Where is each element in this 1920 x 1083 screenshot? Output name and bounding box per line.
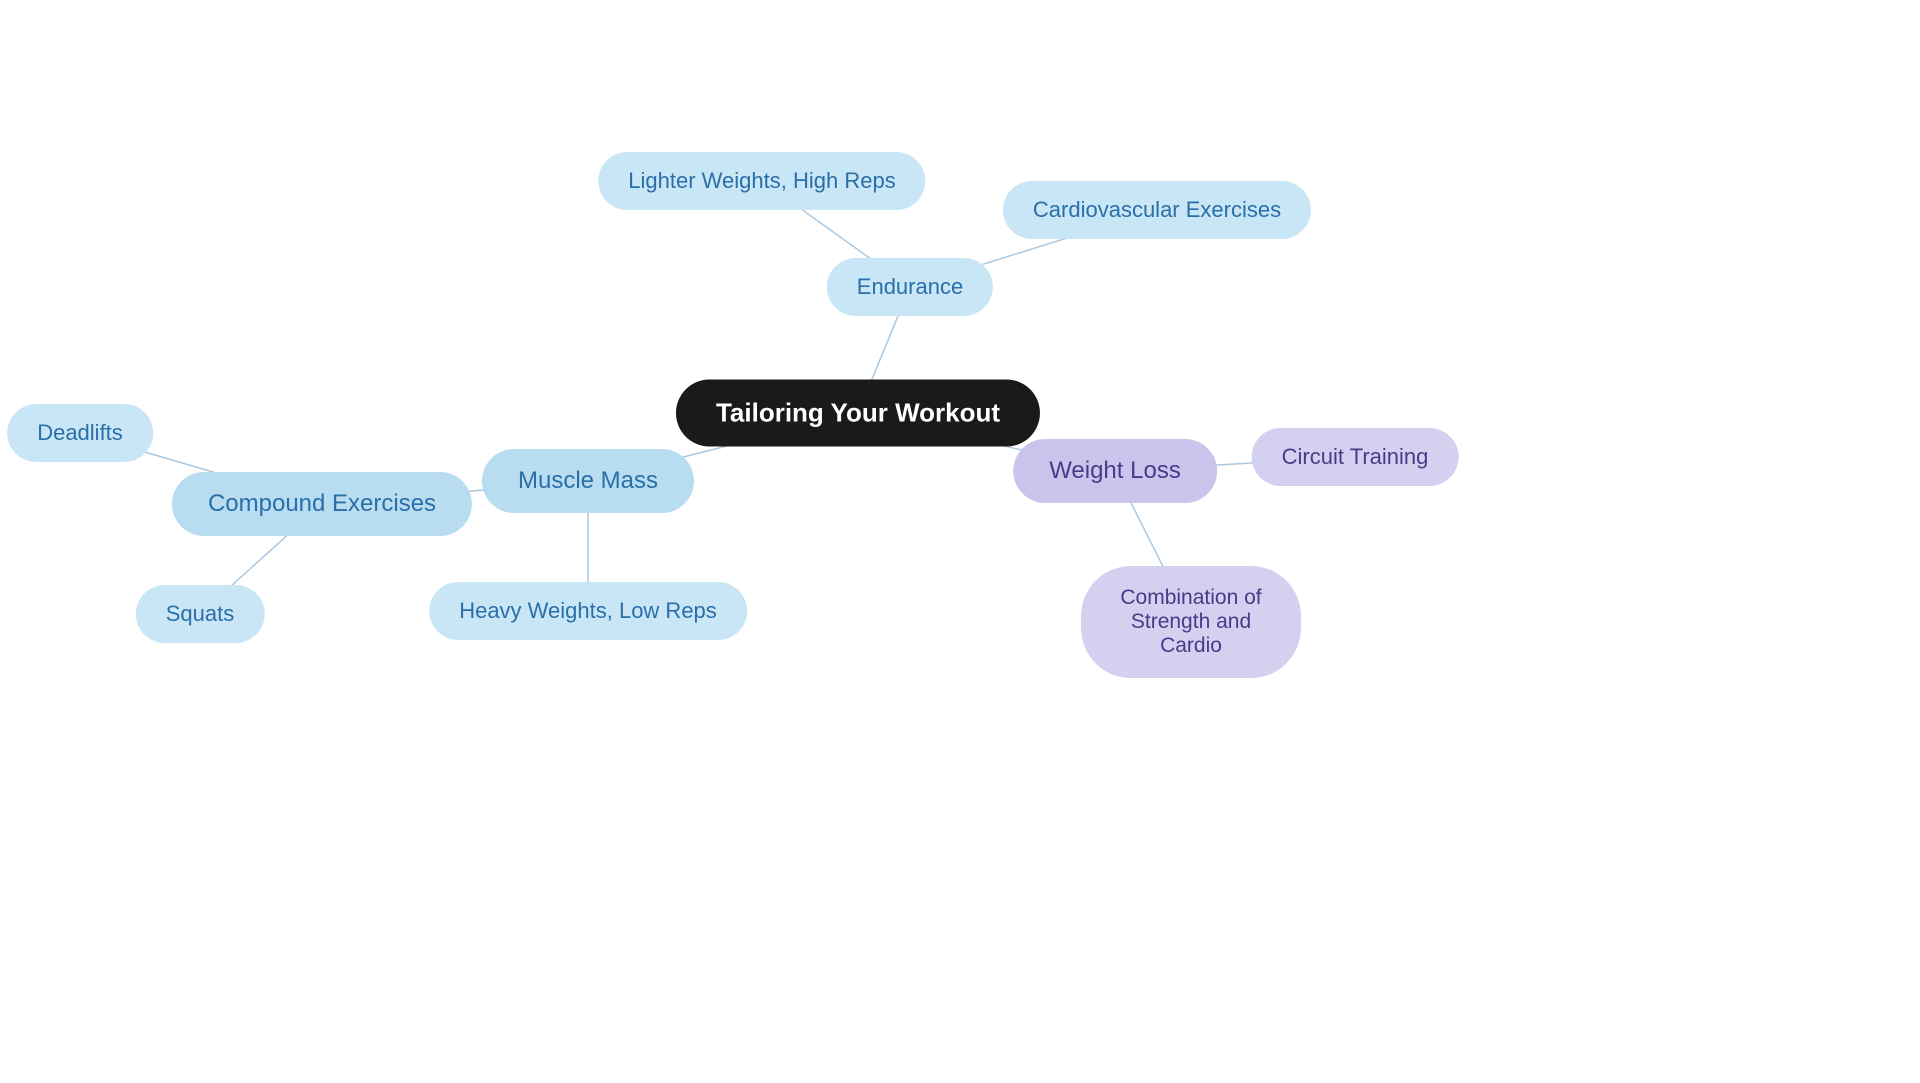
- cardiovascular-node[interactable]: Cardiovascular Exercises: [1003, 181, 1311, 239]
- deadlifts-label: Deadlifts: [37, 420, 123, 446]
- endurance-label: Endurance: [857, 274, 963, 300]
- circuit-training-label: Circuit Training: [1282, 444, 1429, 470]
- squats-label: Squats: [166, 601, 235, 627]
- combination-label: Combination of Strength and Cardio: [1111, 586, 1271, 658]
- cardiovascular-label: Cardiovascular Exercises: [1033, 197, 1281, 223]
- deadlifts-node[interactable]: Deadlifts: [7, 404, 153, 462]
- center-node[interactable]: Tailoring Your Workout: [676, 380, 1040, 447]
- center-label: Tailoring Your Workout: [716, 398, 1000, 429]
- squats-node[interactable]: Squats: [136, 585, 265, 643]
- combination-node[interactable]: Combination of Strength and Cardio: [1081, 566, 1301, 678]
- muscle-mass-label: Muscle Mass: [518, 467, 658, 495]
- heavy-weights-node[interactable]: Heavy Weights, Low Reps: [429, 582, 747, 640]
- circuit-training-node[interactable]: Circuit Training: [1252, 428, 1459, 486]
- muscle-mass-node[interactable]: Muscle Mass: [482, 449, 694, 513]
- compound-exercises-node[interactable]: Compound Exercises: [172, 472, 472, 536]
- lighter-weights-node[interactable]: Lighter Weights, High Reps: [598, 152, 925, 210]
- heavy-weights-label: Heavy Weights, Low Reps: [459, 598, 717, 624]
- compound-exercises-label: Compound Exercises: [208, 490, 436, 518]
- lighter-weights-label: Lighter Weights, High Reps: [628, 168, 895, 194]
- endurance-node[interactable]: Endurance: [827, 258, 993, 316]
- weight-loss-node[interactable]: Weight Loss: [1013, 439, 1217, 503]
- weight-loss-label: Weight Loss: [1049, 457, 1181, 485]
